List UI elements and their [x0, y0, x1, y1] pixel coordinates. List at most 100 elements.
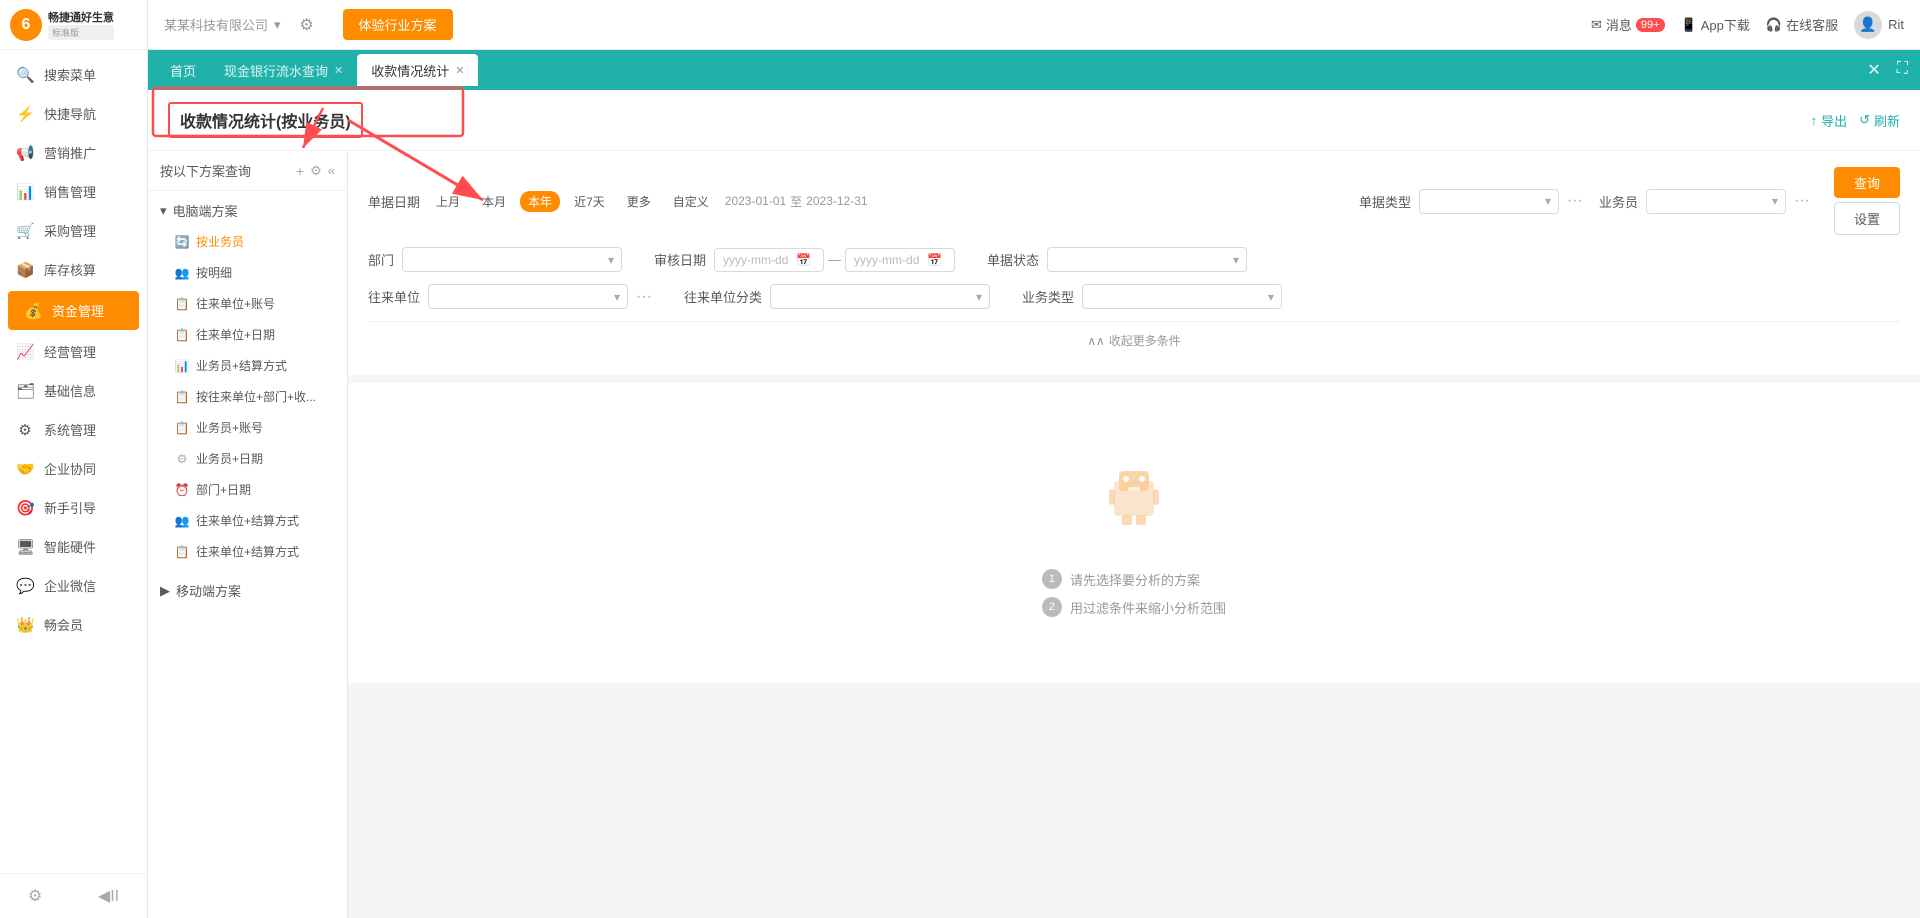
main-area: 某某科技有限公司 ▾ ⚙ 体验行业方案 ✉ 消息 99+ 📱 App下载 🎧 在…: [148, 0, 1920, 918]
scheme-item-by-salesman[interactable]: 🔄 按业务员: [148, 226, 347, 257]
dept-select[interactable]: [402, 247, 622, 272]
date-tab-custom[interactable]: 自定义: [665, 191, 717, 212]
date-tab-this-month[interactable]: 本月: [474, 191, 514, 212]
sidebar-item-quick[interactable]: ⚡ 快捷导航: [0, 94, 147, 133]
settings-gear-icon[interactable]: ⚙: [293, 11, 321, 39]
date-tab-more[interactable]: 更多: [619, 191, 659, 212]
collapse-scheme-icon[interactable]: «: [328, 163, 335, 179]
scheme-item-partner-payment2[interactable]: 📋 往来单位+结算方式: [148, 536, 347, 567]
breadcrumb-arrow-icon: ▾: [274, 17, 281, 33]
close-all-tabs-icon[interactable]: ✕: [1863, 56, 1884, 84]
date-tab-last-month[interactable]: 上月: [428, 191, 468, 212]
sidebar-item-member[interactable]: 👑 畅会员: [0, 605, 147, 644]
sidebar-item-inventory[interactable]: 📦 库存核算: [0, 250, 147, 289]
counterpart-type-label: 往来单位分类: [684, 287, 762, 306]
salesman-more-icon[interactable]: ···: [1794, 192, 1810, 210]
filter-review-date: 审核日期 yyyy-mm-dd 📅 — yyyy-mm-dd 📅: [654, 248, 955, 272]
date-range: 2023-01-01 至 2023-12-31: [725, 193, 868, 210]
right-panel: 单据日期 上月 本月 本年 近7天 更多 自定义 2023-01-01 至: [348, 151, 1920, 918]
sidebar-settings-btn[interactable]: ⚙: [20, 882, 50, 910]
scheme-item-icon-8: ⏰: [174, 483, 190, 497]
scheme-settings-icon[interactable]: ⚙: [310, 163, 322, 179]
filter-area: 单据日期 上月 本月 本年 近7天 更多 自定义 2023-01-01 至: [348, 151, 1920, 375]
filter-salesman: 业务员 ···: [1599, 189, 1810, 214]
counterpart-more-icon[interactable]: ···: [636, 288, 652, 306]
chevron-down-icon: ▾: [160, 203, 167, 219]
filter-row-2: 部门 审核日期 yyyy-mm-dd 📅: [368, 247, 1900, 272]
close-tab2-icon[interactable]: ✕: [455, 64, 464, 77]
doc-type-select[interactable]: [1419, 189, 1559, 214]
scheme-item-salesman-date[interactable]: ⚙ 业务员+日期: [148, 443, 347, 474]
review-date-start[interactable]: yyyy-mm-dd 📅: [714, 248, 824, 272]
trial-btn[interactable]: 体验行业方案: [343, 9, 453, 40]
sidebar-item-system[interactable]: ⚙ 系统管理: [0, 410, 147, 449]
review-date-label: 审核日期: [654, 250, 706, 269]
filter-row-3: 往来单位 ··· 往来单位分类: [368, 284, 1900, 309]
sidebar-item-operation[interactable]: 📈 经营管理: [0, 332, 147, 371]
sidebar-item-search[interactable]: 🔍 搜索菜单: [0, 55, 147, 94]
sidebar-item-sales[interactable]: 📊 销售管理: [0, 172, 147, 211]
sidebar-collapse-btn[interactable]: ◀II: [90, 882, 127, 910]
export-btn[interactable]: ↑ 导出: [1811, 111, 1848, 130]
topbar: 某某科技有限公司 ▾ ⚙ 体验行业方案 ✉ 消息 99+ 📱 App下载 🎧 在…: [148, 0, 1920, 50]
sidebar-item-hardware[interactable]: 🖥 智能硬件: [0, 527, 147, 566]
message-icon: ✉: [1591, 17, 1602, 33]
online-service-btn[interactable]: 🎧 在线客服: [1766, 15, 1838, 34]
user-area[interactable]: 👤 Rit: [1854, 11, 1904, 39]
query-btn[interactable]: 查询: [1834, 167, 1900, 198]
scheme-item-salesman-payment[interactable]: 📊 业务员+结算方式: [148, 350, 347, 381]
tab-bank-flow[interactable]: 现金银行流水查询 ✕: [210, 54, 357, 86]
salesman-select[interactable]: [1646, 189, 1786, 214]
collapse-btn[interactable]: ∧∧ 收起更多条件: [1087, 332, 1181, 349]
page-header: 收款情况统计(按业务员) ↑ 导出 ↺ 刷新: [148, 90, 1920, 151]
tab-home[interactable]: 首页: [156, 61, 210, 80]
date-tab-7days[interactable]: 近7天: [566, 191, 613, 212]
counterpart-select[interactable]: [428, 284, 628, 309]
review-date-end[interactable]: yyyy-mm-dd 📅: [845, 248, 955, 272]
scheme-item-partner-dept[interactable]: 📋 按往来单位+部门+收...: [148, 381, 347, 412]
scheme-item-salesman-account[interactable]: 📋 业务员+账号: [148, 412, 347, 443]
enterprise-icon: 🤝: [16, 460, 34, 478]
empty-illustration: [1084, 441, 1184, 541]
scheme-group-desktop-header[interactable]: ▾ 电脑端方案: [148, 195, 347, 226]
sidebar-item-guide[interactable]: 🎯 新手引导: [0, 488, 147, 527]
date-label: 单据日期: [368, 192, 420, 211]
sidebar-item-basic[interactable]: 🗂 基础信息: [0, 371, 147, 410]
sales-icon: 📊: [16, 183, 34, 201]
sidebar-item-enterprise[interactable]: 🤝 企业协同: [0, 449, 147, 488]
app-download-btn[interactable]: 📱 App下载: [1681, 15, 1750, 34]
maximize-icon[interactable]: ⛶: [1893, 56, 1912, 84]
sidebar-nav: 🔍 搜索菜单 ⚡ 快捷导航 📢 营销推广 📊 销售管理 🛒 采购管理 📦 库存核…: [0, 50, 147, 873]
calendar-icon-end: 📅: [927, 253, 942, 267]
message-btn[interactable]: ✉ 消息 99+: [1591, 15, 1665, 34]
biz-type-select[interactable]: [1082, 284, 1282, 309]
date-tab-this-year[interactable]: 本年: [520, 191, 560, 212]
scheme-item-partner-date[interactable]: 📋 往来单位+日期: [148, 319, 347, 350]
marketing-icon: 📢: [16, 144, 34, 162]
member-icon: 👑: [16, 616, 34, 634]
scheme-item-dept-date[interactable]: ⏰ 部门+日期: [148, 474, 347, 505]
doc-status-select[interactable]: [1047, 247, 1247, 272]
page-title: 收款情况统计(按业务员): [168, 102, 363, 138]
close-tab1-icon[interactable]: ✕: [334, 64, 343, 77]
setting-btn[interactable]: 设置: [1834, 202, 1900, 235]
scheme-item-partner-payment1[interactable]: 👥 往来单位+结算方式: [148, 505, 347, 536]
sidebar-item-purchase[interactable]: 🛒 采购管理: [0, 211, 147, 250]
scheme-item-by-detail[interactable]: 👥 按明细: [148, 257, 347, 288]
sidebar-item-marketing[interactable]: 📢 营销推广: [0, 133, 147, 172]
sidebar-item-finance[interactable]: 💰 资金管理: [8, 291, 139, 330]
doc-type-more-icon[interactable]: ···: [1567, 192, 1583, 210]
sidebar-item-wechat[interactable]: 💬 企业微信: [0, 566, 147, 605]
counterpart-type-select[interactable]: [770, 284, 990, 309]
breadcrumb[interactable]: 某某科技有限公司 ▾: [164, 15, 281, 34]
scheme-item-icon-7: ⚙: [174, 452, 190, 466]
tab-receipt-stats[interactable]: 收款情况统计 ✕: [357, 54, 478, 86]
biz-type-label: 业务类型: [1022, 287, 1074, 306]
refresh-btn[interactable]: ↺ 刷新: [1859, 111, 1900, 130]
collapse-bar: ∧∧ 收起更多条件: [368, 321, 1900, 359]
scheme-item-partner-account[interactable]: 📋 往来单位+账号: [148, 288, 347, 319]
scheme-panel: 按以下方案查询 + ⚙ « ▾ 电脑端方案 🔄 按业务员 👥: [148, 151, 348, 918]
scheme-item-icon-10: 📋: [174, 545, 190, 559]
scheme-group-mobile-header[interactable]: ▶ 移动端方案: [148, 575, 347, 606]
add-scheme-btn[interactable]: +: [296, 163, 304, 179]
